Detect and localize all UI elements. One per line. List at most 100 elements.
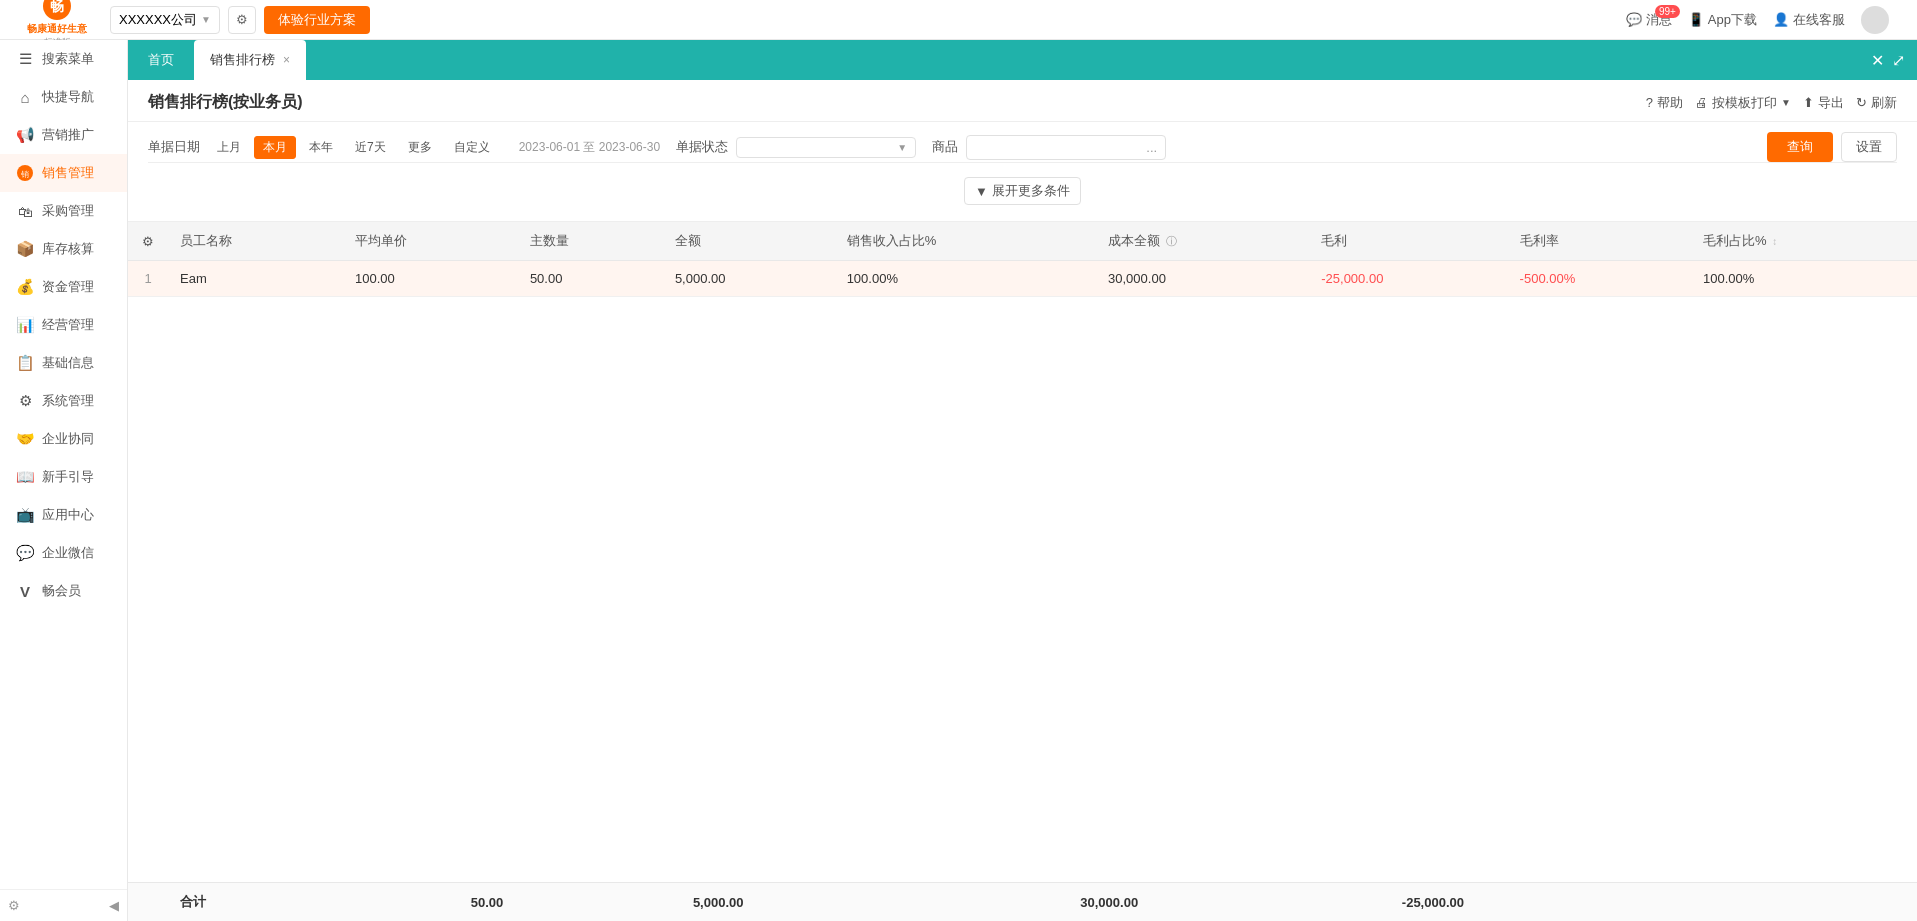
col-gross-ratio: 毛利占比% ↕ bbox=[1691, 222, 1917, 261]
service-icon: 👤 bbox=[1773, 12, 1789, 27]
sidebar-item-inventory[interactable]: 📦 库存核算 bbox=[0, 230, 127, 268]
sidebar-item-operations[interactable]: 📊 经营管理 bbox=[0, 306, 127, 344]
query-button[interactable]: 查询 bbox=[1767, 132, 1833, 162]
company-dropdown-icon: ▼ bbox=[201, 14, 211, 25]
tab-bar: 首页 销售排行榜 × ✕ ⤢ bbox=[128, 40, 1917, 80]
date-tab-last-month[interactable]: 上月 bbox=[208, 136, 250, 159]
tab-home[interactable]: 首页 bbox=[128, 40, 194, 80]
window-close-button[interactable]: ✕ bbox=[1871, 51, 1884, 70]
col-sales-ratio: 销售收入占比% bbox=[835, 222, 1096, 261]
sidebar-item-label: 资金管理 bbox=[42, 278, 94, 296]
app-download-label: App下载 bbox=[1708, 11, 1757, 29]
purchase-icon: 🛍 bbox=[16, 202, 34, 220]
expand-more-button[interactable]: ▼ 展开更多条件 bbox=[964, 177, 1081, 205]
goods-label: 商品 bbox=[932, 138, 958, 156]
sidebar-item-purchase[interactable]: 🛍 采购管理 bbox=[0, 192, 127, 230]
footer-row: 合计 50.00 5,000.00 30,000.00 -25,000.00 bbox=[128, 883, 1917, 921]
gross-ratio-sort-icon[interactable]: ↕ bbox=[1772, 236, 1777, 247]
sidebar-item-basic-info[interactable]: 📋 基础信息 bbox=[0, 344, 127, 382]
row-gross-ratio: 100.00% bbox=[1691, 261, 1917, 297]
wechat-icon: 💬 bbox=[16, 544, 34, 562]
sidebar-item-search[interactable]: ☰ 搜索菜单 bbox=[0, 40, 127, 78]
col-avg-price: 平均单价 bbox=[343, 222, 518, 261]
status-filter: 单据状态 ▼ bbox=[676, 137, 916, 158]
sidebar-item-finance[interactable]: 💰 资金管理 bbox=[0, 268, 127, 306]
row-gross-rate: -500.00% bbox=[1508, 261, 1691, 297]
sidebar-item-cooperation[interactable]: 🤝 企业协同 bbox=[0, 420, 127, 458]
footer-total: 5,000.00 bbox=[681, 883, 974, 921]
sidebar-item-label: 经营管理 bbox=[42, 316, 94, 334]
col-gross-rate: 毛利率 bbox=[1508, 222, 1691, 261]
sales-rank-table: ⚙ 员工名称 平均单价 主数量 全额 销售收入占比% 成本全额 ⓘ bbox=[128, 222, 1917, 297]
date-tab-more[interactable]: 更多 bbox=[399, 136, 441, 159]
tab-close-icon[interactable]: × bbox=[283, 53, 290, 67]
help-button[interactable]: ? 帮助 bbox=[1646, 94, 1683, 112]
online-service-button[interactable]: 👤 在线客服 bbox=[1773, 11, 1845, 29]
settings-button[interactable]: ⚙ bbox=[228, 6, 256, 34]
print-dropdown-icon: ▼ bbox=[1781, 97, 1791, 108]
refresh-button[interactable]: ↻ 刷新 bbox=[1856, 94, 1897, 112]
finance-icon: 💰 bbox=[16, 278, 34, 296]
print-icon: 🖨 bbox=[1695, 95, 1708, 110]
sidebar-item-app-center[interactable]: 📺 应用中心 bbox=[0, 496, 127, 534]
export-button[interactable]: ⬆ 导出 bbox=[1803, 94, 1844, 112]
col-settings: ⚙ bbox=[128, 222, 168, 261]
sales-icon: 销 bbox=[16, 164, 34, 182]
col-cost: 成本全额 ⓘ bbox=[1096, 222, 1309, 261]
sidebar-item-member[interactable]: V 畅会员 bbox=[0, 572, 127, 610]
guide-icon: 📖 bbox=[16, 468, 34, 486]
online-service-label: 在线客服 bbox=[1793, 11, 1845, 29]
sidebar-item-label: 销售管理 bbox=[42, 164, 94, 182]
filter-settings-button[interactable]: 设置 bbox=[1841, 132, 1897, 162]
window-maximize-button[interactable]: ⤢ bbox=[1892, 51, 1905, 70]
date-label: 单据日期 bbox=[148, 138, 200, 156]
sidebar-item-guide[interactable]: 📖 新手引导 bbox=[0, 458, 127, 496]
sidebar-item-label: 应用中心 bbox=[42, 506, 94, 524]
status-select[interactable]: ▼ bbox=[736, 137, 916, 158]
sidebar-footer: ⚙ ◀ bbox=[0, 889, 127, 921]
sidebar-item-sales[interactable]: 销 销售管理 bbox=[0, 154, 127, 192]
sidebar-settings-icon[interactable]: ⚙ bbox=[8, 898, 20, 913]
footer-gross: -25,000.00 bbox=[1390, 883, 1729, 921]
sidebar-item-wechat[interactable]: 💬 企业微信 bbox=[0, 534, 127, 572]
col-gross: 毛利 bbox=[1309, 222, 1507, 261]
col-main-qty: 主数量 bbox=[518, 222, 663, 261]
sidebar-item-system[interactable]: ⚙ 系统管理 bbox=[0, 382, 127, 420]
operations-icon: 📊 bbox=[16, 316, 34, 334]
goods-select[interactable]: ... bbox=[966, 135, 1166, 160]
trial-button[interactable]: 体验行业方案 bbox=[264, 6, 370, 34]
date-tabs: 上月 本月 本年 近7天 更多 自定义 bbox=[208, 136, 499, 159]
table-settings-icon[interactable]: ⚙ bbox=[142, 234, 154, 249]
status-label: 单据状态 bbox=[676, 138, 728, 156]
tab-sales-rank[interactable]: 销售排行榜 × bbox=[194, 40, 306, 80]
sidebar-item-label: 快捷导航 bbox=[42, 88, 94, 106]
row-employee-name: Eam bbox=[168, 261, 343, 297]
sidebar-item-label: 采购管理 bbox=[42, 202, 94, 220]
col-name: 员工名称 bbox=[168, 222, 343, 261]
date-tab-custom[interactable]: 自定义 bbox=[445, 136, 499, 159]
cost-info-icon[interactable]: ⓘ bbox=[1166, 235, 1177, 247]
goods-filter: 商品 ... bbox=[932, 135, 1166, 160]
status-dropdown-icon: ▼ bbox=[897, 142, 907, 153]
sidebar-item-quick-nav[interactable]: ⌂ 快捷导航 bbox=[0, 78, 127, 116]
search-menu-icon: ☰ bbox=[16, 50, 34, 68]
print-button[interactable]: 🖨 按模板打印 ▼ bbox=[1695, 94, 1791, 112]
row-index: 1 bbox=[128, 261, 168, 297]
date-tab-7days[interactable]: 近7天 bbox=[346, 136, 395, 159]
date-tab-this-year[interactable]: 本年 bbox=[300, 136, 342, 159]
company-selector[interactable]: XXXXXX公司 ▼ bbox=[110, 6, 220, 34]
sidebar-collapse-icon[interactable]: ◀ bbox=[109, 898, 119, 913]
page-header: 销售排行榜(按业务员) ? 帮助 🖨 按模板打印 ▼ ⬆ bbox=[128, 80, 1917, 122]
table-header-row: ⚙ 员工名称 平均单价 主数量 全额 销售收入占比% 成本全额 ⓘ bbox=[128, 222, 1917, 261]
sidebar-item-marketing[interactable]: 📢 营销推广 bbox=[0, 116, 127, 154]
table-row: 1 Eam 100.00 50.00 5,000.00 100.00% 30,0… bbox=[128, 261, 1917, 297]
app-download-button[interactable]: 📱 App下载 bbox=[1688, 11, 1757, 29]
home-icon: ⌂ bbox=[16, 88, 34, 106]
svg-text:畅: 畅 bbox=[50, 0, 64, 14]
message-icon: 💬 bbox=[1626, 12, 1642, 27]
sidebar-item-label: 系统管理 bbox=[42, 392, 94, 410]
message-button[interactable]: 💬 消息 99+ bbox=[1626, 11, 1672, 29]
avatar[interactable] bbox=[1861, 6, 1889, 34]
refresh-label: 刷新 bbox=[1871, 94, 1897, 112]
date-tab-this-month[interactable]: 本月 bbox=[254, 136, 296, 159]
